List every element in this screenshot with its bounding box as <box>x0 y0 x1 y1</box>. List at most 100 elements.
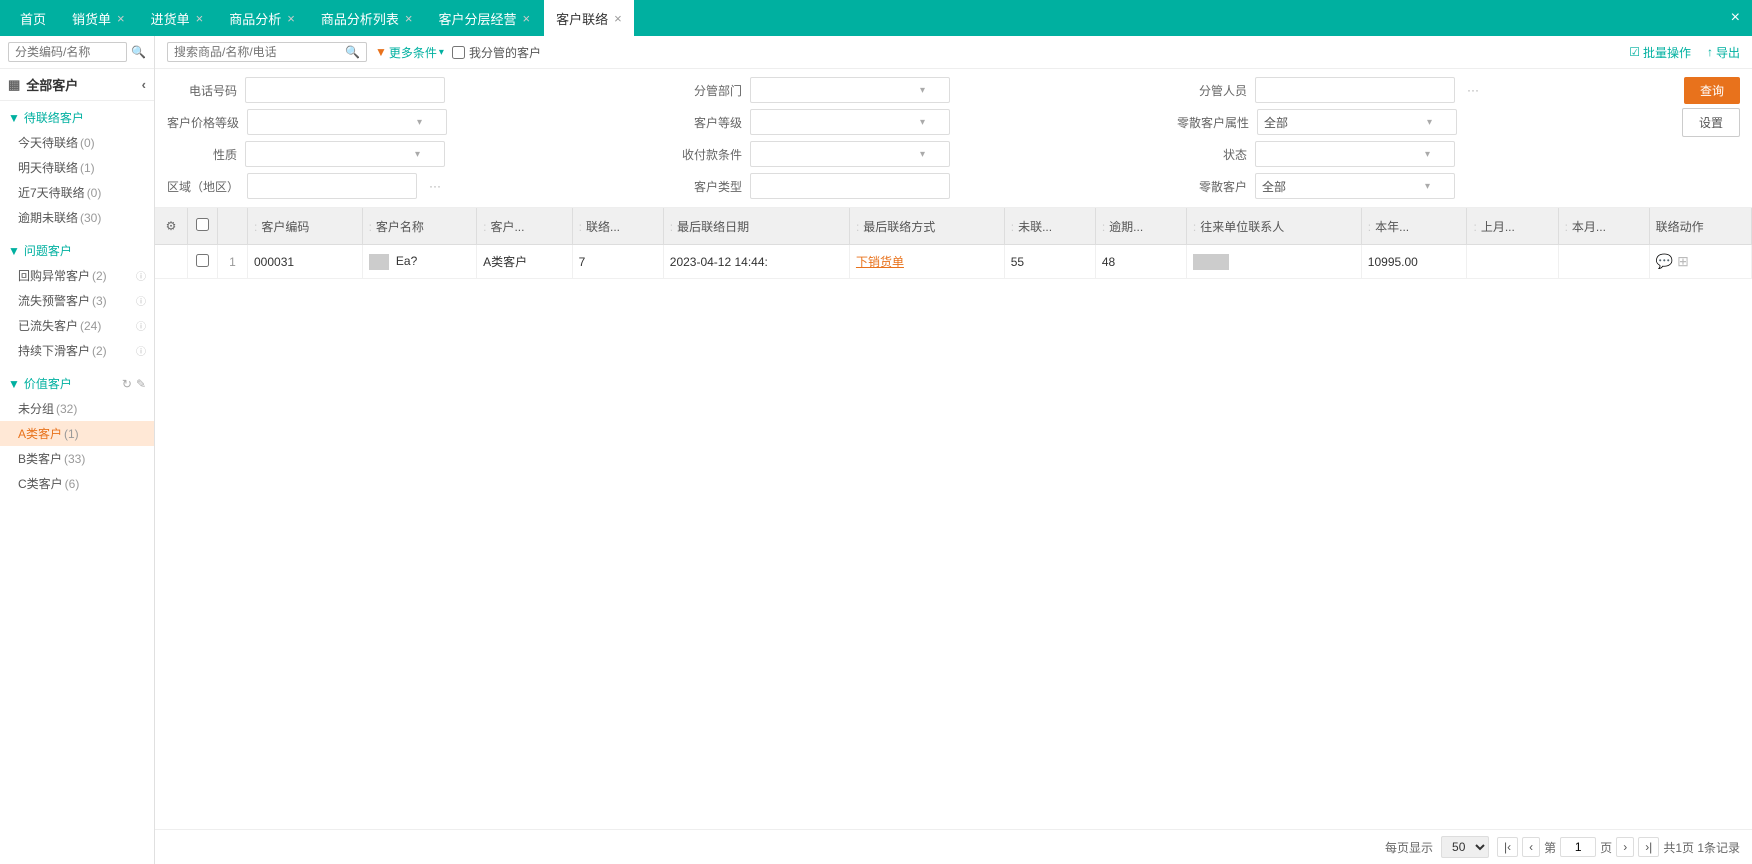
per-page-select[interactable]: 50 <box>1441 836 1489 858</box>
th-this-month[interactable]: :本月... <box>1558 208 1649 245</box>
last-page-button[interactable]: ›| <box>1638 837 1659 857</box>
th-this-year[interactable]: :本年... <box>1361 208 1467 245</box>
td-customer-code: 000031 <box>248 245 363 279</box>
nav-customer-layering[interactable]: 客户分层经营 × <box>426 0 542 36</box>
td-last-contact-date: 2023-04-12 14:44: <box>663 245 849 279</box>
first-page-button[interactable]: |‹ <box>1497 837 1518 857</box>
retail-attr-select[interactable]: 全部 ▾ <box>1257 109 1457 135</box>
info-icon2: ⓘ <box>136 293 146 308</box>
sidebar-item-class-c[interactable]: C类客户 (6) <box>0 471 154 496</box>
close-customer-layering[interactable]: × <box>522 11 530 26</box>
th-last-contact-date[interactable]: :最后联络日期 <box>663 208 849 245</box>
chevron-down-icon8: ▾ <box>1425 181 1430 192</box>
th-customer-type[interactable]: :客户... <box>477 208 573 245</box>
select-all-checkbox[interactable] <box>196 218 209 231</box>
global-close-button[interactable]: × <box>1731 9 1740 27</box>
sidebar-item-7days[interactable]: 近7天待联络 (0) <box>0 180 154 205</box>
sidebar-search-icon[interactable]: 🔍 <box>131 45 146 59</box>
export-button[interactable]: ↑ 导出 <box>1707 44 1740 61</box>
my-customers-checkbox-label[interactable]: 我分管的客户 <box>452 44 541 61</box>
advanced-filter: 电话号码 分管部门 ▾ 分管人员 <box>155 69 1752 208</box>
sidebar-item-churned[interactable]: 已流失客户 (24) ⓘ <box>0 313 154 338</box>
payment-select[interactable]: ▾ <box>750 141 950 167</box>
th-overdue[interactable]: :逾期... <box>1095 208 1186 245</box>
th-customer-code[interactable]: :客户编码 <box>248 208 363 245</box>
customer-level-select[interactable]: ▾ <box>750 109 950 135</box>
sidebar-group-value-title[interactable]: ▼ 价值客户 ↻ ✎ <box>0 371 154 396</box>
sidebar-all-customers[interactable]: ▦ 全部客户 ‹ <box>0 69 154 101</box>
sidebar-item-unclassified[interactable]: 未分组 (32) <box>0 396 154 421</box>
edit-icon[interactable]: ✎ <box>136 377 146 391</box>
dept-select[interactable]: ▾ <box>750 77 950 103</box>
filter-bar: 🔍 ▼ 更多条件 ▾ 我分管的客户 ☑ 批量操作 ↑ 导出 <box>155 36 1752 69</box>
customer-type-select[interactable] <box>750 173 950 199</box>
status-select[interactable]: ▾ <box>1255 141 1455 167</box>
sidebar-item-class-a[interactable]: A类客户 (1) <box>0 421 154 446</box>
checkbox-icon: ☑ <box>1629 45 1640 59</box>
refresh-icon[interactable]: ↻ <box>122 377 132 391</box>
pagination: |‹ ‹ 第 页 › ›| 共1页 1条记录 <box>1497 837 1740 857</box>
sidebar-group-problem-title[interactable]: ▼ 问题客户 <box>0 238 154 263</box>
filter-row-4: 区域（地区） ··· 客户类型 <box>167 173 1674 199</box>
grid-icon: ▦ <box>8 77 20 93</box>
action-icons: 💬 ⊞ <box>1656 253 1745 270</box>
bulk-op-button[interactable]: ☑ 批量操作 <box>1629 44 1691 61</box>
row-checkbox[interactable] <box>196 254 209 267</box>
nav-customer-contact[interactable]: 客户联络 × <box>544 0 634 36</box>
manager-select[interactable] <box>1255 77 1455 103</box>
td-action: 💬 ⊞ <box>1649 245 1751 279</box>
close-customer-contact[interactable]: × <box>614 11 622 26</box>
td-customer-type: A类客户 <box>477 245 573 279</box>
close-product-analysis-list[interactable]: × <box>405 11 413 26</box>
last-contact-method-link[interactable]: 下销货单 <box>856 255 904 269</box>
close-product-analysis[interactable]: × <box>287 11 295 26</box>
manager-dots[interactable]: ··· <box>1467 83 1479 97</box>
close-purchase-order[interactable]: × <box>196 11 204 26</box>
page-input[interactable] <box>1560 837 1596 857</box>
region-select[interactable] <box>247 173 417 199</box>
sidebar-item-tomorrow[interactable]: 明天待联络 (1) <box>0 155 154 180</box>
phone-input[interactable] <box>245 77 445 103</box>
chat-icon[interactable]: 💬 <box>1656 253 1673 270</box>
prev-page-button[interactable]: ‹ <box>1522 837 1540 857</box>
th-customer-name[interactable]: :客户名称 <box>362 208 477 245</box>
sidebar-item-overdue[interactable]: 逾期未联络 (30) <box>0 205 154 230</box>
retail-select[interactable]: 全部 ▾ <box>1255 173 1455 199</box>
my-customers-checkbox[interactable] <box>452 46 465 59</box>
nav-home[interactable]: 首页 <box>8 0 58 36</box>
filter-search-icon[interactable]: 🔍 <box>345 45 360 59</box>
filter-search-input[interactable] <box>174 45 345 59</box>
nav-purchase-order[interactable]: 进货单 × <box>139 0 216 36</box>
th-last-contact-method[interactable]: :最后联络方式 <box>849 208 1004 245</box>
settings-gear-icon[interactable]: ⚙ <box>161 216 181 236</box>
sidebar-search-input[interactable] <box>8 42 127 62</box>
filter-row-2: 客户价格等级 ▾ 客户等级 ▾ <box>167 109 1674 135</box>
close-sales-order[interactable]: × <box>117 11 125 26</box>
sidebar-item-churn-warning[interactable]: 流失预警客户 (3) ⓘ <box>0 288 154 313</box>
sidebar-group-pending-title[interactable]: ▼ 待联络客户 <box>0 105 154 130</box>
nav-product-analysis-list[interactable]: 商品分析列表 × <box>309 0 425 36</box>
th-last-month[interactable]: :上月... <box>1467 208 1558 245</box>
table-row: 1 000031 Ea? A类客户 7 2023-04-12 14:44: 下销… <box>155 245 1752 279</box>
filter-row-1: 电话号码 分管部门 ▾ 分管人员 <box>167 77 1674 103</box>
sidebar-item-class-b[interactable]: B类客户 (33) <box>0 446 154 471</box>
collapse-icon: ‹ <box>142 77 146 92</box>
nav-sales-order[interactable]: 销货单 × <box>60 0 137 36</box>
more-conditions-button[interactable]: ▼ 更多条件 ▾ <box>375 44 444 61</box>
nature-select[interactable]: ▾ <box>245 141 445 167</box>
chevron-down-icon2: ▾ <box>417 117 422 128</box>
nature-label: 性质 <box>167 146 237 163</box>
sidebar-item-repurchase-abnormal[interactable]: 回购异常客户 (2) ⓘ <box>0 263 154 288</box>
next-page-button[interactable]: › <box>1616 837 1634 857</box>
th-no-contact[interactable]: :未联... <box>1004 208 1095 245</box>
nav-product-analysis[interactable]: 商品分析 × <box>217 0 307 36</box>
query-button[interactable]: 查询 <box>1684 77 1740 104</box>
grid-action-icon[interactable]: ⊞ <box>1677 253 1689 270</box>
th-contact-count[interactable]: :联络... <box>572 208 663 245</box>
th-unit-contact[interactable]: :往来单位联系人 <box>1186 208 1361 245</box>
sidebar-item-today[interactable]: 今天待联络 (0) <box>0 130 154 155</box>
sidebar-item-declining[interactable]: 持续下滑客户 (2) ⓘ <box>0 338 154 363</box>
price-level-select[interactable]: ▾ <box>247 109 447 135</box>
region-dots[interactable]: ··· <box>429 179 441 193</box>
settings-button[interactable]: 设置 <box>1682 108 1740 137</box>
